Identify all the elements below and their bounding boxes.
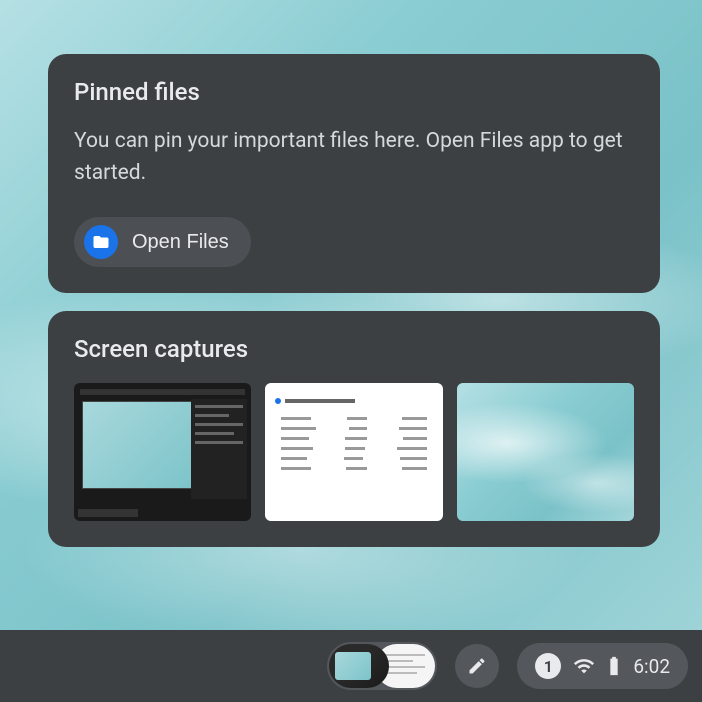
holding-space-tray[interactable] — [327, 642, 437, 690]
open-files-label: Open Files — [132, 231, 229, 254]
pen-icon — [467, 656, 487, 676]
stylus-button[interactable] — [455, 644, 499, 688]
battery-icon — [607, 655, 621, 677]
tote-panel: Pinned files You can pin your important … — [48, 54, 660, 547]
status-tray[interactable]: 1 6:02 — [517, 643, 688, 689]
thumbnail-row — [74, 383, 634, 521]
folder-icon — [84, 225, 118, 259]
capture-thumbnail[interactable] — [457, 383, 634, 521]
screen-captures-card: Screen captures — [48, 311, 660, 547]
capture-thumbnail[interactable] — [74, 383, 251, 521]
pinned-files-title: Pinned files — [74, 78, 634, 106]
pinned-files-description: You can pin your important files here. O… — [74, 126, 634, 189]
wifi-icon — [573, 655, 595, 677]
clock: 6:02 — [633, 655, 670, 678]
open-files-button[interactable]: Open Files — [74, 217, 251, 267]
screen-captures-title: Screen captures — [74, 335, 634, 363]
shelf: 1 6:02 — [0, 630, 702, 702]
notification-badge: 1 — [535, 653, 561, 679]
capture-thumbnail[interactable] — [265, 383, 443, 521]
pinned-files-card: Pinned files You can pin your important … — [48, 54, 660, 293]
